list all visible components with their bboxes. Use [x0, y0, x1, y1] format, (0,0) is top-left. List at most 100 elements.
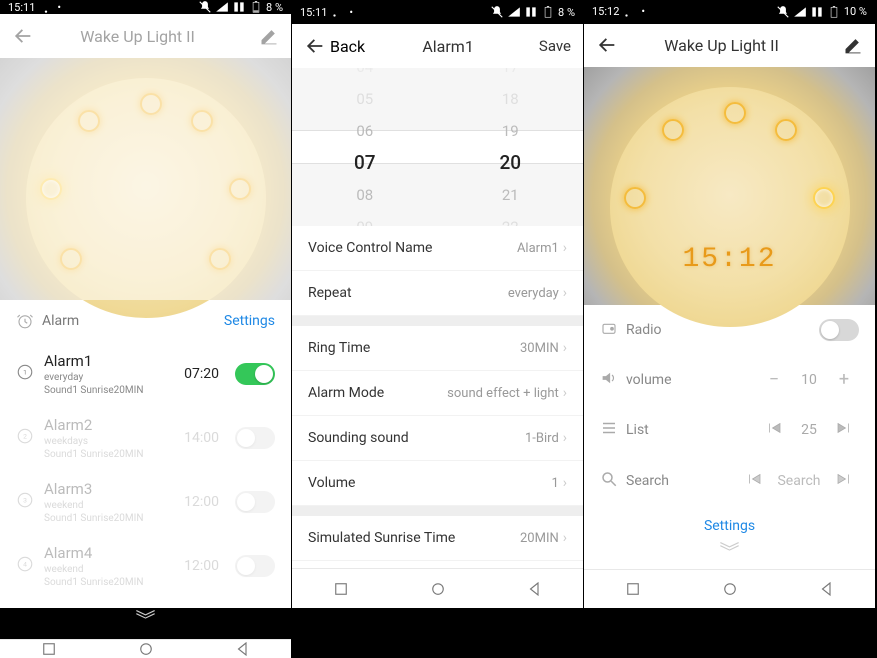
row-value: 1 — [551, 476, 558, 491]
picker-slot: 08 — [356, 179, 373, 211]
alarm-sub2: Sound1 Sunrise20MIN — [44, 513, 184, 524]
nav-recents[interactable] — [332, 580, 350, 598]
chevron-right-icon: › — [563, 530, 567, 546]
alarm-item-icon: 3 — [16, 491, 34, 509]
edit-button[interactable] — [239, 26, 279, 46]
row-label: Volume — [308, 475, 551, 491]
picker-slot: 21 — [502, 179, 519, 211]
voice-control-name-row[interactable]: Voice Control Name Alarm1 › — [292, 226, 583, 271]
battery-icon — [541, 5, 555, 19]
row-label: Sounding sound — [308, 430, 525, 446]
alarm-icon — [16, 312, 34, 330]
svg-text:3: 3 — [23, 496, 27, 504]
radio-icon — [600, 319, 618, 337]
alarm-time: 12:00 — [184, 558, 219, 574]
signal-icon — [793, 5, 807, 19]
alarm-row[interactable]: 1 Alarm1 everyday Sound1 Sunrise20MIN 07… — [0, 342, 291, 406]
hero-icon-3 — [724, 102, 746, 124]
nav-recents[interactable] — [40, 640, 58, 658]
hero-icon-4 — [775, 119, 797, 141]
battery-percent: 8 % — [266, 1, 283, 14]
ring-time-row[interactable]: Ring Time 30MIN › — [292, 326, 583, 371]
search-row: Search Search — [584, 456, 875, 507]
nav-home[interactable] — [429, 580, 447, 598]
chevron-right-icon: › — [563, 385, 567, 401]
alarm-sub: weekdays — [44, 436, 184, 447]
back-label: Back — [330, 37, 365, 56]
edit-button[interactable] — [823, 35, 863, 55]
status-wifi-icon — [39, 0, 53, 14]
sounding-sound-row[interactable]: Sounding sound 1-Bird › — [292, 416, 583, 461]
row-label: Ring Time — [308, 340, 520, 356]
row-label: Voice Control Name — [308, 240, 517, 256]
picker-slot: 17 — [502, 68, 519, 83]
list-row: List 25 — [584, 405, 875, 456]
next-track-button[interactable] — [829, 419, 859, 442]
page-title: Wake Up Light II — [36, 27, 239, 46]
settings-link[interactable]: Settings — [224, 313, 275, 329]
svg-text:1: 1 — [23, 368, 27, 376]
volume-minus-button[interactable]: − — [759, 369, 789, 390]
status-time: 15:11 — [8, 1, 35, 14]
alarm-row[interactable]: 3 Alarm3 weekend Sound1 Sunrise20MIN 12:… — [0, 470, 291, 534]
chevron-right-icon: › — [563, 285, 567, 301]
search-input[interactable]: Search — [769, 473, 829, 489]
signal-icon — [507, 5, 521, 19]
nav-back[interactable] — [234, 640, 252, 658]
repeat-row[interactable]: Repeat everyday › — [292, 271, 583, 316]
nav-back[interactable] — [526, 580, 544, 598]
expand-icon[interactable]: ︾ — [584, 536, 875, 569]
prev-track-button[interactable] — [759, 419, 789, 442]
nav-back[interactable] — [818, 580, 836, 598]
nav-home[interactable] — [137, 640, 155, 658]
alarm-item-icon: 1 — [16, 363, 34, 381]
alarm-name: Alarm4 — [44, 544, 184, 562]
device-hero: 15:12 — [584, 67, 875, 305]
list-value: 25 — [789, 422, 829, 438]
alarm-row[interactable]: 2 Alarm2 weekdays Sound1 Sunrise20MIN 14… — [0, 406, 291, 470]
alarm-toggle[interactable] — [235, 555, 275, 577]
hero-icon-2 — [78, 110, 100, 132]
back-button[interactable]: Back — [304, 35, 365, 57]
battery-percent: 8 % — [558, 6, 575, 19]
search-prev-button[interactable] — [739, 470, 769, 493]
row-value: 20MIN — [520, 531, 559, 546]
time-picker[interactable]: 04 05 06 07 08 09 17 18 19 20 21 22 — [292, 68, 583, 226]
hero-icon-1 — [624, 187, 646, 209]
row-label: Alarm Mode — [308, 385, 447, 401]
back-button[interactable] — [12, 25, 36, 47]
alarm-mode-row[interactable]: Alarm Mode sound effect + light › — [292, 371, 583, 416]
alarm-time: 07:20 — [184, 366, 219, 382]
alarm-row[interactable]: 4 Alarm4 weekend Sound1 Sunrise20MIN 12:… — [0, 534, 291, 598]
alarm-item-icon: 4 — [16, 555, 34, 573]
alarm-toggle[interactable] — [235, 363, 275, 385]
search-next-button[interactable] — [829, 470, 859, 493]
back-button[interactable] — [596, 34, 620, 56]
search-icon — [600, 470, 618, 488]
hero-icon-4 — [191, 110, 213, 132]
nav-home[interactable] — [721, 580, 739, 598]
svg-text:2: 2 — [23, 432, 27, 440]
svg-text:4: 4 — [23, 560, 27, 568]
hero-icon-3 — [140, 93, 162, 115]
alarm-toggle[interactable] — [235, 427, 275, 449]
sunrise-time-row[interactable]: Simulated Sunrise Time 20MIN › — [292, 516, 583, 561]
status-time: 15:12 — [592, 5, 619, 18]
status-wifi-icon — [331, 5, 345, 19]
device-hero — [0, 58, 291, 300]
picker-selected-min: 20 — [499, 147, 521, 179]
chevron-right-icon: › — [563, 340, 567, 356]
alarm-name: Alarm2 — [44, 416, 184, 434]
volume-row[interactable]: Volume 1 › — [292, 461, 583, 506]
alarm-time: 12:00 — [184, 494, 219, 510]
device-clock: 15:12 — [682, 244, 776, 275]
alarm-name: Alarm3 — [44, 480, 184, 498]
mute-icon — [490, 5, 504, 19]
alarm-toggle[interactable] — [235, 491, 275, 513]
radio-toggle[interactable] — [819, 319, 859, 341]
nav-recents[interactable] — [624, 580, 642, 598]
settings-link[interactable]: Settings — [704, 518, 755, 534]
volume-plus-button[interactable]: + — [829, 369, 859, 390]
expand-icon[interactable]: ︾ — [0, 598, 291, 639]
save-button[interactable]: Save — [531, 37, 571, 55]
